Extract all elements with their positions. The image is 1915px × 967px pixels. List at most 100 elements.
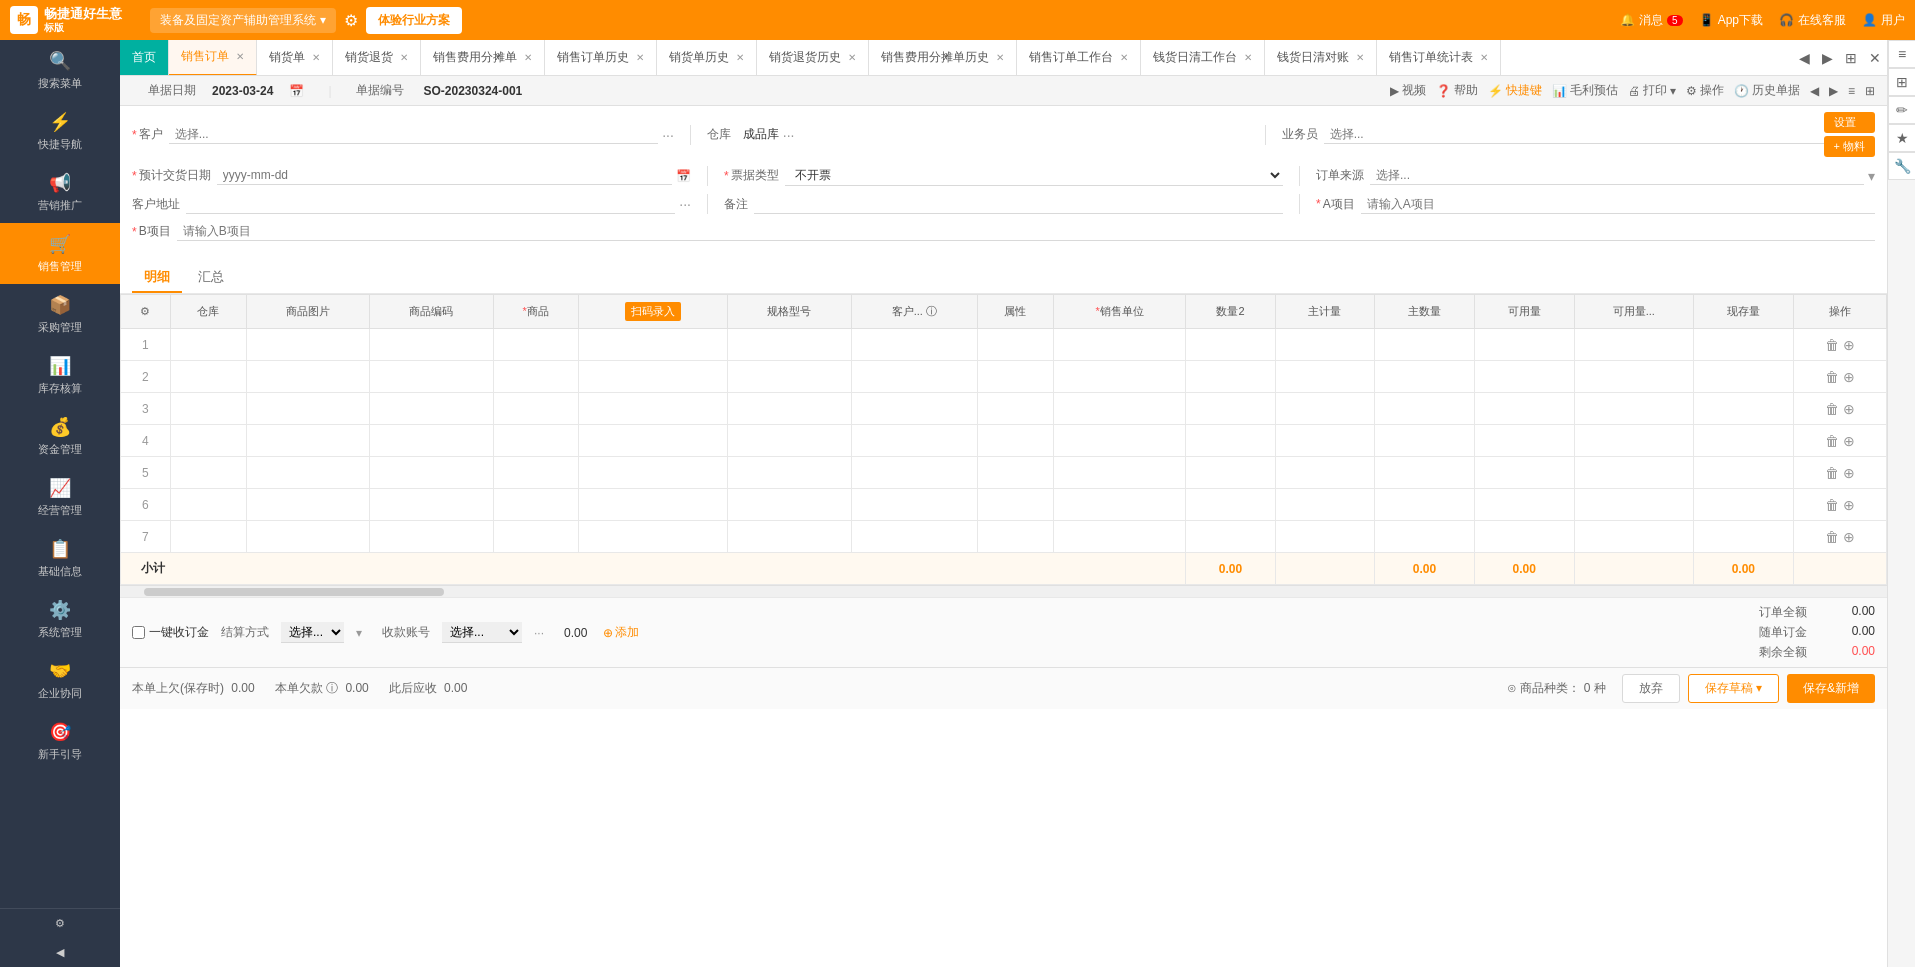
- setup-btn[interactable]: 设置: [1824, 112, 1875, 133]
- sidebar-item-sales[interactable]: 🛒销售管理: [0, 223, 120, 284]
- sidebar-item-guide[interactable]: 🎯新手引导: [0, 711, 120, 772]
- prev-record-btn[interactable]: ◀: [1810, 84, 1819, 98]
- horizontal-scrollbar[interactable]: [120, 585, 1887, 597]
- row-copy-btn-7[interactable]: ⊕: [1843, 529, 1855, 545]
- tab-returnhistory[interactable]: 销货退货历史✕: [757, 40, 869, 76]
- user-avatar[interactable]: 👤 用户: [1862, 12, 1905, 29]
- salesperson-input[interactable]: [1324, 125, 1824, 144]
- tab-close-dailyclearworkbench[interactable]: ✕: [1244, 52, 1252, 63]
- tab-close-salesorder[interactable]: ✕: [236, 51, 244, 62]
- app-download-btn[interactable]: 📱 App下载: [1699, 12, 1763, 29]
- row-copy-btn-6[interactable]: ⊕: [1843, 497, 1855, 513]
- row-copy-btn-2[interactable]: ⊕: [1843, 369, 1855, 385]
- industry-btn[interactable]: 体验行业方案: [366, 7, 462, 34]
- tab-prev-btn[interactable]: ◀: [1793, 50, 1816, 66]
- tab-mingxi[interactable]: 明细: [132, 263, 182, 293]
- save-new-btn[interactable]: 保存&新增: [1787, 674, 1875, 703]
- settings-icon[interactable]: ⚙: [344, 11, 358, 30]
- grid-view-btn[interactable]: ⊞: [1865, 84, 1875, 98]
- tab-salesfee[interactable]: 销售费用分摊单✕: [421, 40, 545, 76]
- tab-next-btn[interactable]: ▶: [1816, 50, 1839, 66]
- profit-action[interactable]: 📊 毛利预估: [1552, 82, 1618, 99]
- draft-dropdown-icon[interactable]: ▾: [1756, 681, 1762, 695]
- sidebar-item-inventory[interactable]: 📊库存核算: [0, 345, 120, 406]
- receipt-account-select[interactable]: 选择...: [442, 622, 522, 643]
- payment-method-select[interactable]: 选择...: [281, 622, 344, 643]
- delivery-date-calendar-icon[interactable]: 📅: [676, 169, 691, 183]
- tab-dailyclear[interactable]: 钱货日清对账✕: [1265, 40, 1377, 76]
- right-tool-2[interactable]: ⊞: [1888, 68, 1915, 96]
- right-tool-4[interactable]: ★: [1888, 124, 1915, 152]
- tab-close-orderworkbench[interactable]: ✕: [1120, 52, 1128, 63]
- tab-close-saleshistory[interactable]: ✕: [636, 52, 644, 63]
- tab-close-returnhistory[interactable]: ✕: [848, 52, 856, 63]
- row-delete-btn-3[interactable]: 🗑: [1825, 401, 1839, 417]
- shortcut-action[interactable]: ⚡ 快捷键: [1488, 82, 1542, 99]
- list-view-btn[interactable]: ≡: [1848, 84, 1855, 98]
- one-click-checkout-checkbox[interactable]: [132, 626, 145, 639]
- table-settings-btn[interactable]: ⚙: [121, 295, 171, 329]
- scan-input-btn[interactable]: 扫码录入: [625, 302, 681, 321]
- online-service-btn[interactable]: 🎧 在线客服: [1779, 12, 1846, 29]
- tab-close-salesstat[interactable]: ✕: [1480, 52, 1488, 63]
- one-click-checkout-label[interactable]: 一键收订金: [132, 624, 209, 641]
- tab-salesstat[interactable]: 销售订单统计表✕: [1377, 40, 1501, 76]
- tab-close-salesreturn[interactable]: ✕: [400, 52, 408, 63]
- tab-dailyclearworkbench[interactable]: 钱货日清工作台✕: [1141, 40, 1265, 76]
- tab-close-salescredit[interactable]: ✕: [312, 52, 320, 63]
- remarks-input[interactable]: [754, 195, 1283, 214]
- sidebar-item-marketing[interactable]: 📢营销推广: [0, 162, 120, 223]
- tab-close-all-btn[interactable]: ✕: [1863, 50, 1887, 66]
- notification-btn[interactable]: 🔔 消息 5: [1620, 12, 1683, 29]
- b-project-input[interactable]: [177, 222, 1875, 241]
- sidebar-collapse-btn[interactable]: ◀: [0, 938, 120, 967]
- sidebar-item-operations[interactable]: 📈经营管理: [0, 467, 120, 528]
- tab-salescredit[interactable]: 销货单✕: [257, 40, 333, 76]
- right-tool-3[interactable]: ✏: [1888, 96, 1915, 124]
- order-source-input[interactable]: [1370, 166, 1864, 185]
- history-action[interactable]: 🕐 历史单据: [1734, 82, 1800, 99]
- sidebar-item-finance[interactable]: 💰资金管理: [0, 406, 120, 467]
- tab-huizong[interactable]: 汇总: [186, 263, 236, 293]
- add-checkout-btn[interactable]: ⊕ 添加: [603, 624, 639, 641]
- row-copy-btn-3[interactable]: ⊕: [1843, 401, 1855, 417]
- tab-expand-btn[interactable]: ⊞: [1839, 50, 1863, 66]
- delivery-date-input[interactable]: [217, 166, 672, 185]
- discard-btn[interactable]: 放弃: [1622, 674, 1680, 703]
- tab-salesreturn[interactable]: 销货退货✕: [333, 40, 421, 76]
- tab-salesorder[interactable]: 销售订单✕: [169, 40, 257, 76]
- col-scan-btn[interactable]: 扫码录入: [578, 295, 727, 329]
- tab-home[interactable]: 首页: [120, 40, 169, 76]
- tab-close-dailyclear[interactable]: ✕: [1356, 52, 1364, 63]
- sidebar-item-cooperation[interactable]: 🤝企业协同: [0, 650, 120, 711]
- tab-feehistory[interactable]: 销售费用分摊单历史✕: [869, 40, 1017, 76]
- customer-input[interactable]: [169, 125, 659, 144]
- tab-close-credithistory[interactable]: ✕: [736, 52, 744, 63]
- tab-close-feehistory[interactable]: ✕: [996, 52, 1004, 63]
- tab-credithistory[interactable]: 销货单历史✕: [657, 40, 757, 76]
- right-tool-5[interactable]: 🔧: [1888, 152, 1915, 180]
- add-material-btn[interactable]: + 物料: [1824, 136, 1875, 157]
- next-record-btn[interactable]: ▶: [1829, 84, 1838, 98]
- row-delete-btn-5[interactable]: 🗑: [1825, 465, 1839, 481]
- ticket-type-select[interactable]: 不开票: [785, 165, 1283, 186]
- operations-action[interactable]: ⚙ 操作: [1686, 82, 1724, 99]
- tab-orderworkbench[interactable]: 销售订单工作台✕: [1017, 40, 1141, 76]
- sidebar-item-purchase[interactable]: 📦采购管理: [0, 284, 120, 345]
- right-tool-1[interactable]: ≡: [1888, 40, 1915, 68]
- help-action[interactable]: ❓ 帮助: [1436, 82, 1478, 99]
- sidebar-item-system[interactable]: ⚙️系统管理: [0, 589, 120, 650]
- system-selector[interactable]: 装备及固定资产辅助管理系统 ▾: [150, 8, 336, 33]
- tab-close-salesfee[interactable]: ✕: [524, 52, 532, 63]
- calendar-icon[interactable]: 📅: [289, 84, 304, 98]
- tab-saleshistory[interactable]: 销售订单历史✕: [545, 40, 657, 76]
- scroll-thumb[interactable]: [144, 588, 444, 596]
- print-action[interactable]: 🖨 打印 ▾: [1628, 82, 1676, 99]
- sidebar-item-basicinfo[interactable]: 📋基础信息: [0, 528, 120, 589]
- row-delete-btn-2[interactable]: 🗑: [1825, 369, 1839, 385]
- customer-more-btn[interactable]: ···: [662, 127, 674, 143]
- row-delete-btn-4[interactable]: 🗑: [1825, 433, 1839, 449]
- row-copy-btn-5[interactable]: ⊕: [1843, 465, 1855, 481]
- row-copy-btn-4[interactable]: ⊕: [1843, 433, 1855, 449]
- order-source-dropdown[interactable]: ▾: [1868, 168, 1875, 184]
